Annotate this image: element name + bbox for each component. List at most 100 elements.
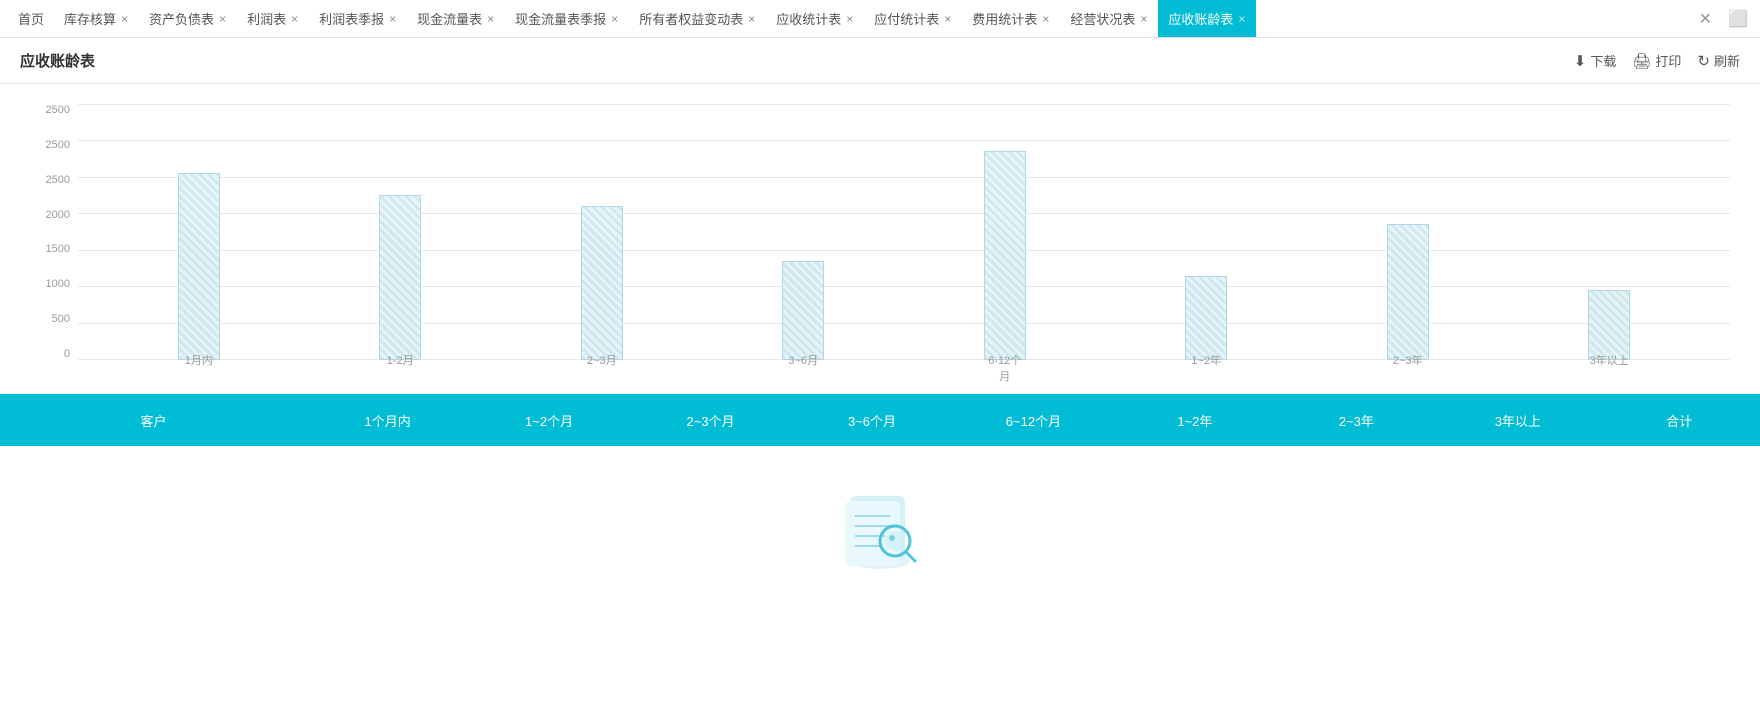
- x-label-0: 1月内: [178, 352, 220, 384]
- y-label-2500a: 2500: [30, 174, 70, 186]
- tab-profit-loss-close[interactable]: ×: [291, 12, 298, 26]
- y-label-2500c: 2500: [30, 104, 70, 116]
- tab-profit-quarter-close[interactable]: ×: [389, 12, 396, 26]
- th-cell-3: 2~3个月: [630, 411, 791, 430]
- tab-expense-stat-label: 费用统计表: [972, 9, 1037, 28]
- print-label: 打印: [1655, 51, 1681, 70]
- tab-ap-stat-close[interactable]: ×: [944, 12, 951, 26]
- tab-profit-loss-label: 利润表: [247, 9, 286, 28]
- tab-ar-aging-close[interactable]: ×: [1238, 12, 1245, 26]
- bar-3: [782, 261, 824, 360]
- tab-cash-flow-label: 现金流量表: [417, 9, 482, 28]
- x-label-2: 2~3月: [581, 352, 623, 384]
- main-content: 0 500 1000 1500 2000 2500 2500 2500: [0, 84, 1760, 720]
- page-title: 应收账龄表: [20, 50, 95, 71]
- th-cell-8: 3年以上: [1437, 411, 1598, 430]
- tab-equity-close[interactable]: ×: [748, 12, 755, 26]
- window-close-icon[interactable]: ✕: [1695, 7, 1716, 31]
- bar-7: [1588, 290, 1630, 360]
- th-cell-9: 合计: [1599, 411, 1760, 430]
- x-label-6: 2~3年: [1387, 352, 1429, 384]
- tab-profit-loss[interactable]: 利润表 ×: [237, 0, 309, 38]
- empty-area: [0, 446, 1760, 720]
- print-icon: 🖨: [1632, 52, 1651, 70]
- chart-wrapper: 0 500 1000 1500 2000 2500 2500 2500: [30, 104, 1730, 384]
- refresh-label: 刷新: [1714, 51, 1740, 70]
- tab-inventory-close[interactable]: ×: [121, 12, 128, 26]
- chart-y-axis: 0 500 1000 1500 2000 2500 2500 2500: [30, 104, 70, 384]
- download-icon: ⬇: [1574, 52, 1587, 70]
- print-button[interactable]: 🖨 打印: [1632, 51, 1681, 70]
- tab-ar-stat-close[interactable]: ×: [846, 12, 853, 26]
- bar-group-0: [178, 173, 220, 360]
- bar-group-5: [1185, 276, 1227, 360]
- bar-group-6: [1387, 224, 1429, 360]
- chart-area: 0 500 1000 1500 2000 2500 2500 2500: [0, 84, 1760, 394]
- x-label-5: 1~2年: [1185, 352, 1227, 384]
- bar-6: [1387, 224, 1429, 360]
- x-label-4: 6-12个月: [984, 352, 1026, 384]
- bar-1: [379, 195, 421, 360]
- empty-icon: [820, 476, 940, 576]
- th-cell-6: 1~2年: [1114, 411, 1275, 430]
- tab-equity-label: 所有者权益变动表: [639, 9, 743, 28]
- tab-ar-aging[interactable]: 应收账龄表 ×: [1158, 0, 1256, 38]
- bar-2: [581, 206, 623, 360]
- download-button[interactable]: ⬇ 下载: [1574, 51, 1617, 70]
- tab-cash-flow-close[interactable]: ×: [487, 12, 494, 26]
- tab-operations[interactable]: 经营状况表 ×: [1060, 0, 1158, 38]
- y-label-500: 500: [30, 313, 70, 325]
- tab-inventory[interactable]: 库存核算 ×: [54, 0, 139, 38]
- tab-home[interactable]: 首页: [8, 9, 54, 28]
- tab-profit-quarter-label: 利润表季报: [319, 9, 384, 28]
- tab-cash-flow[interactable]: 现金流量表 ×: [407, 0, 505, 38]
- y-label-2000: 2000: [30, 209, 70, 221]
- x-label-3: 3~6月: [782, 352, 824, 384]
- chart-plot: 1月内 1-2月 2~3月 3~6月 6-12个月 1~2年 2~3年 3年以上: [78, 104, 1730, 384]
- page-header: 应收账龄表 ⬇ 下载 🖨 打印 ↻ 刷新: [0, 38, 1760, 84]
- tab-balance-sheet-close[interactable]: ×: [219, 12, 226, 26]
- y-label-2500b: 2500: [30, 139, 70, 151]
- x-label-7: 3年以上: [1588, 352, 1630, 384]
- tab-ap-stat[interactable]: 应付统计表 ×: [864, 0, 962, 38]
- y-label-0: 0: [30, 348, 70, 360]
- th-cell-0: 客户: [0, 411, 307, 430]
- th-cell-7: 2~3年: [1276, 411, 1437, 430]
- refresh-icon: ↻: [1697, 52, 1710, 70]
- refresh-button[interactable]: ↻ 刷新: [1697, 51, 1740, 70]
- tab-profit-quarter[interactable]: 利润表季报 ×: [309, 0, 407, 38]
- window-maximize-icon[interactable]: ⬜: [1724, 7, 1752, 31]
- bar-group-4: [984, 151, 1026, 360]
- tab-ar-aging-label: 应收账龄表: [1168, 9, 1233, 28]
- tab-expense-stat-close[interactable]: ×: [1042, 12, 1049, 26]
- bar-0: [178, 173, 220, 360]
- tab-cash-flow-quarter-close[interactable]: ×: [611, 12, 618, 26]
- bar-group-1: [379, 195, 421, 360]
- tab-expense-stat[interactable]: 费用统计表 ×: [962, 0, 1060, 38]
- tab-balance-sheet-label: 资产负债表: [149, 9, 214, 28]
- tab-inventory-label: 库存核算: [64, 9, 116, 28]
- tab-bar: 首页 库存核算 × 资产负债表 × 利润表 × 利润表季报 × 现金流量表 × …: [0, 0, 1760, 38]
- th-cell-1: 1个月内: [307, 411, 468, 430]
- x-labels: 1月内 1-2月 2~3月 3~6月 6-12个月 1~2年 2~3年 3年以上: [78, 352, 1730, 384]
- x-label-1: 1-2月: [379, 352, 421, 384]
- window-controls: ✕ ⬜: [1695, 7, 1752, 31]
- bar-group-7: [1588, 290, 1630, 360]
- tab-operations-close[interactable]: ×: [1140, 12, 1147, 26]
- bar-group-2: [581, 206, 623, 360]
- download-label: 下载: [1590, 51, 1616, 70]
- tab-ar-stat[interactable]: 应收统计表 ×: [766, 0, 864, 38]
- page-actions: ⬇ 下载 🖨 打印 ↻ 刷新: [1574, 51, 1740, 70]
- th-cell-2: 1~2个月: [468, 411, 629, 430]
- bar-group-3: [782, 261, 824, 360]
- tab-ar-stat-label: 应收统计表: [776, 9, 841, 28]
- th-cell-5: 6~12个月: [953, 411, 1114, 430]
- y-label-1000: 1000: [30, 278, 70, 290]
- tab-balance-sheet[interactable]: 资产负债表 ×: [139, 0, 237, 38]
- bar-4: [984, 151, 1026, 360]
- tab-cash-flow-quarter[interactable]: 现金流量表季报 ×: [505, 0, 629, 38]
- table-header: 客户1个月内1~2个月2~3个月3~6个月6~12个月1~2年2~3年3年以上合…: [0, 394, 1760, 446]
- y-label-1500: 1500: [30, 243, 70, 255]
- tab-equity[interactable]: 所有者权益变动表 ×: [629, 0, 766, 38]
- bar-5: [1185, 276, 1227, 360]
